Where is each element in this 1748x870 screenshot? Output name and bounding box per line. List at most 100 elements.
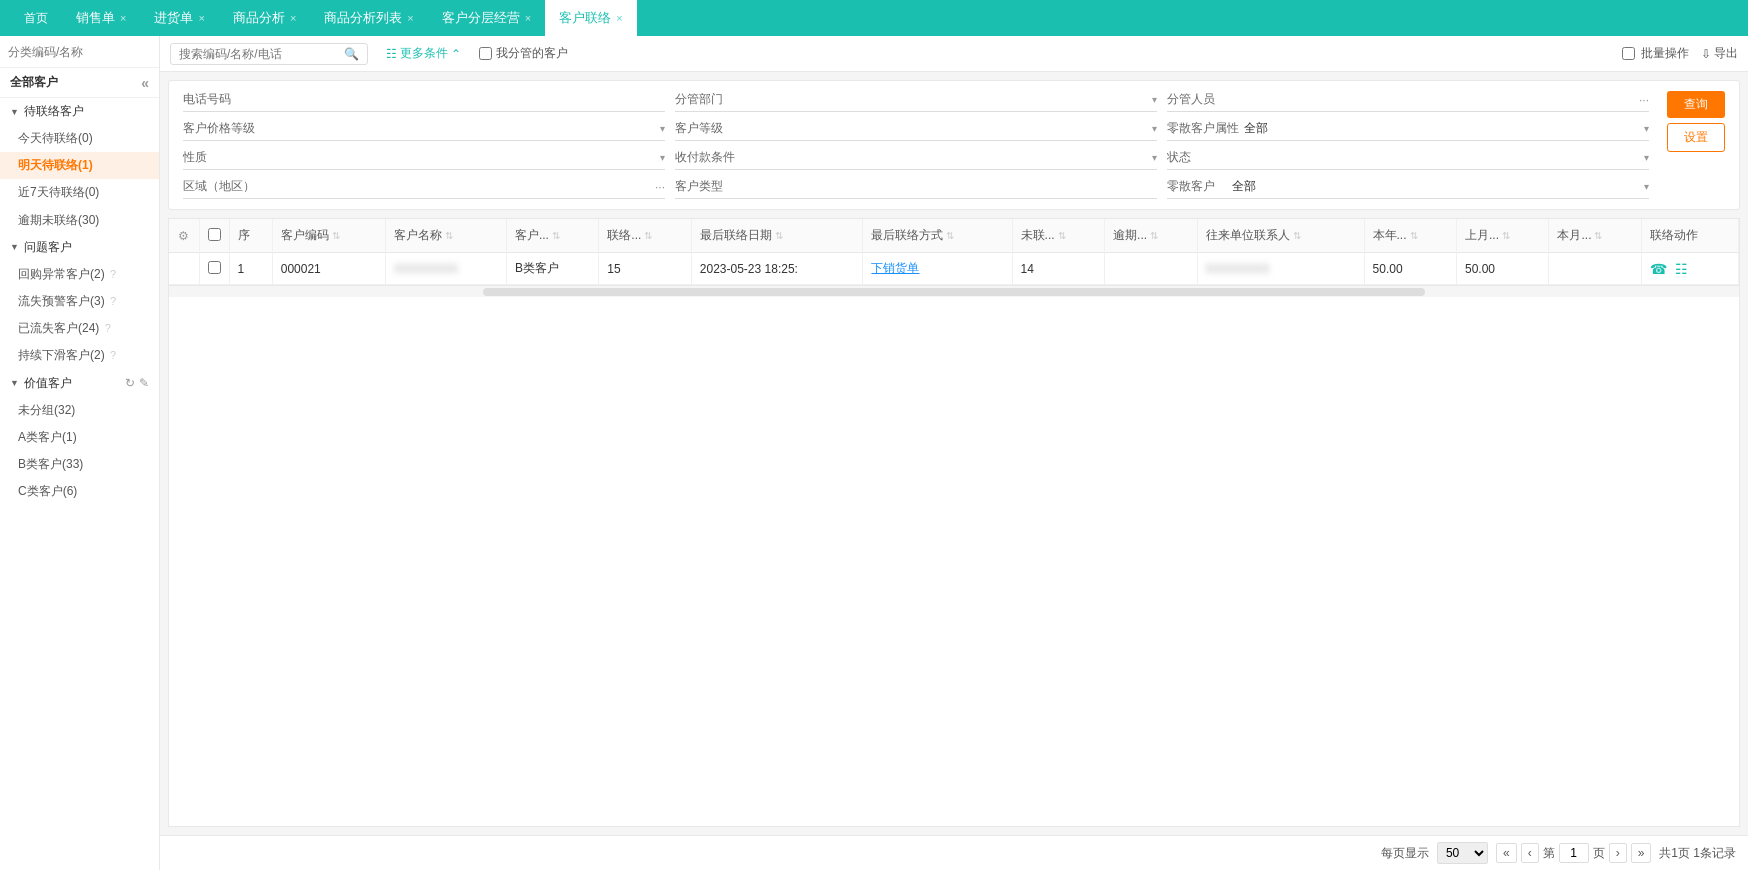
row-cell-10 [1105,253,1197,285]
filter-region[interactable]: 区域（地区） ··· [183,178,665,199]
sidebar-item-overdue[interactable]: 逾期未联络(30) [0,207,159,234]
col-this-month[interactable]: 本月... ⇅ [1549,219,1641,253]
export-button[interactable]: ⇩ 导出 [1701,45,1738,62]
nav-close-customer-contact[interactable]: × [616,12,622,24]
scroll-bar-thumb [483,288,1425,296]
filter-dept[interactable]: 分管部门 ▾ [675,91,1157,112]
sidebar-collapse-icon[interactable]: « [141,75,149,91]
col-unit-contact[interactable]: 往来单位联系人 ⇅ [1197,219,1364,253]
sidebar-search-input[interactable] [8,45,158,59]
row-cell-11: XXXXXXXX [1197,253,1364,285]
col-last-contact-method[interactable]: 最后联络方式 ⇅ [863,219,1012,253]
filter-customer-level-label: 客户等级 [675,120,735,137]
col-last-month[interactable]: 上月... ⇅ [1457,219,1549,253]
chevron-down-icon-6: ▾ [1152,152,1157,163]
dots-icon-person[interactable]: ··· [1639,93,1649,107]
sidebar-item-type-b[interactable]: B类客户(33) [0,451,159,478]
col-this-year[interactable]: 本年... ⇅ [1364,219,1456,253]
nav-close-analysis[interactable]: × [290,12,296,24]
row-cell-13: 50.00 [1457,253,1549,285]
col-settings[interactable]: ⚙ [169,219,199,253]
batch-op-button[interactable]: 批量操作 [1622,45,1689,62]
nav-analysis[interactable]: 商品分析× [219,0,310,36]
filter-price-level[interactable]: 客户价格等级 ▾ [183,120,665,141]
sidebar-pending-group[interactable]: 待联络客户 [0,98,159,125]
phone-icon[interactable]: ☎ [1650,261,1667,277]
prev-page-button[interactable]: ‹ [1521,843,1539,863]
row-cell-15: ☎☷ [1641,253,1738,285]
filter-payment[interactable]: 收付款条件 ▾ [675,149,1157,170]
sidebar-item-today[interactable]: 今天待联络(0) [0,125,159,152]
filter-customer-level[interactable]: 客户等级 ▾ [675,120,1157,141]
refresh-icon[interactable]: ↻ [125,376,135,390]
my-customers-checkbox[interactable] [479,47,492,60]
my-customers-checkbox-container[interactable]: 我分管的客户 [479,45,568,62]
col-action: 联络动作 [1641,219,1738,253]
filter-nature[interactable]: 性质 ▾ [183,149,665,170]
search-icon[interactable]: 🔍 [344,47,359,61]
sort-icon-unreached: ⇅ [1058,230,1066,241]
nav-customer-tier[interactable]: 客户分层经营× [428,0,545,36]
col-checkbox[interactable] [199,219,229,253]
sidebar-value-group[interactable]: 价值客户 ↻ ✎ [0,370,159,397]
col-last-contact-date[interactable]: 最后联络日期 ⇅ [691,219,863,253]
search-input[interactable] [179,47,339,61]
nav-close-customer-tier[interactable]: × [525,12,531,24]
chevron-down-icon-3: ▾ [1152,123,1157,134]
row-checkbox[interactable] [199,253,229,285]
sidebar-problem-label: 问题客户 [24,239,72,256]
col-unreached[interactable]: 未联... ⇅ [1012,219,1104,253]
nav-close-analysis-list[interactable]: × [407,12,413,24]
grid-icon[interactable]: ☷ [1675,261,1688,277]
toolbar-right: 批量操作 ⇩ 导出 [1622,45,1738,62]
first-page-button[interactable]: « [1496,843,1517,863]
filter-region-label: 区域（地区） [183,178,255,195]
select-all-checkbox[interactable] [208,228,221,241]
sidebar-item-churned[interactable]: 已流失客户(24) ? [0,315,159,342]
query-button[interactable]: 查询 [1667,91,1725,118]
sidebar-item-churn-warning[interactable]: 流失预警客户(3) ? [0,288,159,315]
col-ty-label: 本年... [1373,227,1407,244]
dots-icon-region[interactable]: ··· [655,180,665,194]
edit-icon[interactable]: ✎ [139,376,149,390]
filter-customer-type[interactable]: 客户类型 [675,178,1157,199]
filter-retail-attr[interactable]: 零散客户属性 全部 ▾ [1167,120,1649,141]
sidebar-all-customers[interactable]: 全部客户 « [0,68,159,98]
nav-customer-contact[interactable]: 客户联络× [545,0,636,36]
more-filter-button[interactable]: ☷ 更多条件 ⌃ [378,42,469,65]
sidebar-item-week[interactable]: 近7天待联络(0) [0,179,159,206]
col-lm-label: 上月... [1465,227,1499,244]
last-page-button[interactable]: » [1631,843,1652,863]
col-name[interactable]: 客户名称 ⇅ [386,219,507,253]
col-overdue[interactable]: 逾期... ⇅ [1105,219,1197,253]
scroll-bar[interactable] [169,285,1739,297]
nav-close-purchase[interactable]: × [198,12,204,24]
row-gear[interactable] [169,253,199,285]
nav-home[interactable]: 首页 [10,0,62,36]
batch-checkbox[interactable] [1622,47,1635,60]
sort-icon-ty: ⇅ [1410,230,1418,241]
sidebar-item-type-c[interactable]: C类客户(6) [0,478,159,505]
sidebar-item-tomorrow[interactable]: 明天待联络(1) [0,152,159,179]
next-page-button[interactable]: › [1609,843,1627,863]
nav-purchase[interactable]: 进货单× [140,0,218,36]
nav-analysis-list[interactable]: 商品分析列表× [310,0,427,36]
sidebar-item-ungrouped[interactable]: 未分组(32) [0,397,159,424]
sidebar-item-type-a[interactable]: A类客户(1) [0,424,159,451]
col-contact[interactable]: 联络... ⇅ [599,219,691,253]
filter-retail[interactable]: 零散客户 全部 ▾ [1167,178,1649,199]
filter-person[interactable]: 分管人员 ··· [1167,91,1649,112]
nav-sales[interactable]: 销售单× [62,0,140,36]
col-code-label: 客户编码 [281,227,329,244]
main-layout: 🔍 全部客户 « 待联络客户 今天待联络(0) 明天待联络(1) 近7天待联络(… [0,36,1748,870]
nav-close-sales[interactable]: × [120,12,126,24]
per-page-select[interactable]: 50 100 200 [1437,842,1488,864]
reset-button[interactable]: 设置 [1667,123,1725,152]
sidebar-item-repurchase[interactable]: 回购异常客户(2) ? [0,261,159,288]
col-code[interactable]: 客户编码 ⇅ [272,219,385,253]
col-type[interactable]: 客户... ⇅ [506,219,598,253]
filter-status[interactable]: 状态 ▾ [1167,149,1649,170]
sidebar-problem-group[interactable]: 问题客户 [0,234,159,261]
sidebar-item-declining[interactable]: 持续下滑客户(2) ? [0,342,159,369]
page-number-input[interactable] [1559,843,1589,863]
